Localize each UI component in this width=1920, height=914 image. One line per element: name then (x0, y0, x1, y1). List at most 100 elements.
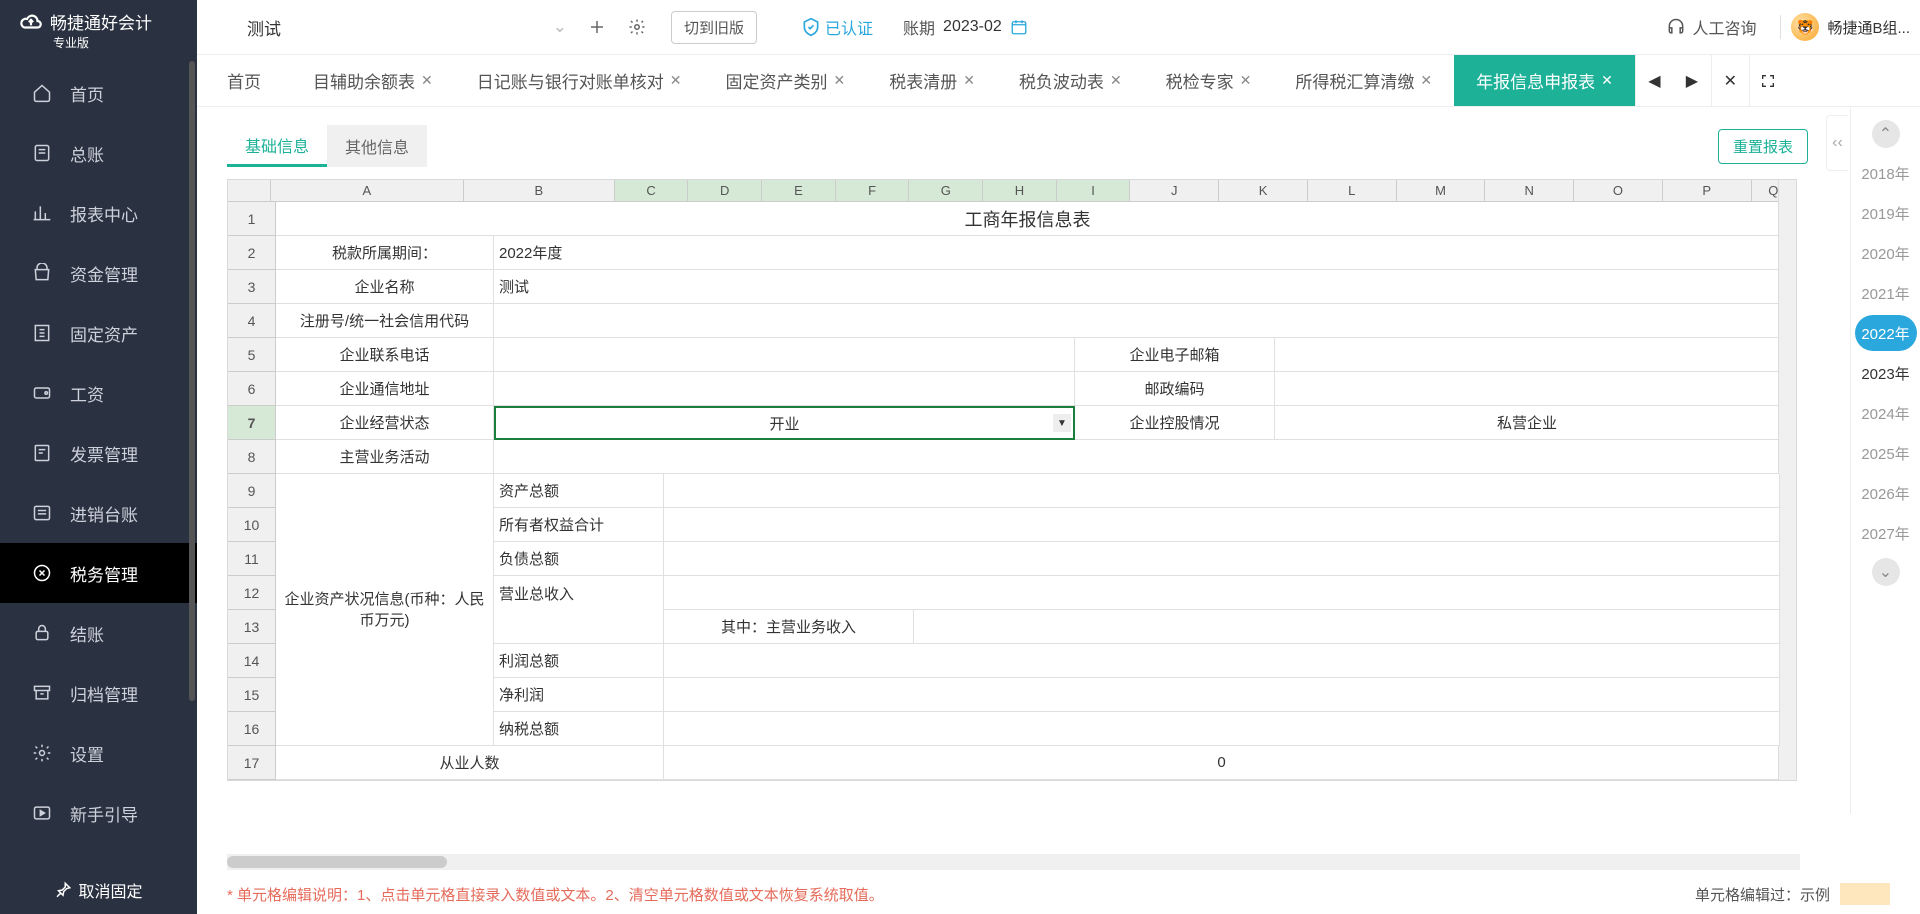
r13-label[interactable]: 其中：主营业务收入 (664, 610, 914, 644)
close-icon[interactable]: ✕ (1110, 72, 1122, 89)
col-header[interactable]: C (615, 180, 689, 201)
nav-inventory[interactable]: 进销台账 (0, 483, 197, 543)
year-item-active[interactable]: 2022年 (1855, 315, 1917, 351)
col-header[interactable]: M (1397, 180, 1486, 201)
r6-value[interactable] (494, 372, 1075, 406)
old-version-button[interactable]: 切到旧版 (671, 11, 757, 44)
tab-close-all-button[interactable]: ✕ (1711, 55, 1749, 106)
nav-close[interactable]: 结账 (0, 603, 197, 663)
col-header[interactable]: P (1663, 180, 1752, 201)
tab-journal[interactable]: 日记账与银行对账单核对✕ (455, 55, 704, 106)
r12b-label[interactable] (494, 610, 664, 644)
r10-value[interactable] (664, 508, 1780, 542)
r5-label[interactable]: 企业联系电话 (276, 338, 494, 372)
r9-label[interactable]: 资产总额 (494, 474, 664, 508)
r17-value[interactable]: 0 (664, 746, 1780, 780)
r6-label[interactable]: 企业通信地址 (276, 372, 494, 406)
close-icon[interactable]: ✕ (1240, 72, 1252, 89)
nav-settings[interactable]: 设置 (0, 723, 197, 783)
sidebar-scrollbar[interactable] (189, 61, 195, 701)
col-header[interactable]: L (1308, 180, 1397, 201)
r15-value[interactable] (664, 678, 1780, 712)
col-header[interactable]: O (1574, 180, 1663, 201)
r7-value-dropdown[interactable]: 开业▼ (494, 406, 1075, 440)
group-label-cell[interactable]: 企业资产状况信息(币种：人民币万元) (276, 474, 494, 746)
r4-value[interactable] (494, 304, 1780, 338)
tab-annual-report[interactable]: 年报信息申报表✕ (1454, 55, 1635, 106)
nav-archive[interactable]: 归档管理 (0, 663, 197, 723)
row-header[interactable]: 1 (228, 202, 276, 236)
close-icon[interactable]: ✕ (833, 72, 845, 89)
nav-tax[interactable]: 税务管理 (0, 543, 197, 603)
avatar[interactable]: 🐯 (1791, 13, 1819, 41)
col-header[interactable]: I (1057, 180, 1131, 201)
r6-right-label[interactable]: 邮政编码 (1075, 372, 1275, 406)
r15-label[interactable]: 净利润 (494, 678, 664, 712)
col-header[interactable]: G (909, 180, 983, 201)
row-header[interactable]: 4 (228, 304, 276, 338)
tab-next-button[interactable]: ▶ (1673, 55, 1711, 106)
r13-value[interactable] (914, 610, 1780, 644)
nav-salary[interactable]: 工资 (0, 363, 197, 423)
row-header[interactable]: 14 (228, 644, 276, 678)
col-header[interactable]: H (983, 180, 1057, 201)
r5-value[interactable] (494, 338, 1075, 372)
row-header[interactable]: 8 (228, 440, 276, 474)
r8-value[interactable] (494, 440, 1780, 474)
close-icon[interactable]: ✕ (1420, 72, 1432, 89)
col-header[interactable]: K (1219, 180, 1308, 201)
r2-value[interactable]: 2022年度 (494, 236, 1780, 270)
r5-right-label[interactable]: 企业电子邮箱 (1075, 338, 1275, 372)
close-icon[interactable]: ✕ (963, 72, 975, 89)
row-header[interactable]: 3 (228, 270, 276, 304)
r10-label[interactable]: 所有者权益合计 (494, 508, 664, 542)
settings-button[interactable] (617, 7, 657, 47)
add-button[interactable] (577, 7, 617, 47)
r9-value[interactable] (664, 474, 1780, 508)
tab-aux-balance[interactable]: 目辅助余额表✕ (291, 55, 455, 106)
year-item[interactable]: 2027年 (1855, 515, 1917, 551)
r3-label[interactable]: 企业名称 (276, 270, 494, 304)
row-header[interactable]: 15 (228, 678, 276, 712)
col-header[interactable]: N (1485, 180, 1574, 201)
close-icon[interactable]: ✕ (670, 72, 682, 89)
col-header[interactable]: A (271, 180, 464, 201)
r2-label[interactable]: 税款所属期间： (276, 236, 494, 270)
col-header[interactable]: D (688, 180, 762, 201)
row-header[interactable]: 16 (228, 712, 276, 746)
user-name[interactable]: 畅捷通B组... (1827, 17, 1910, 38)
subtab-other[interactable]: 其他信息 (327, 125, 427, 167)
r17-label[interactable]: 从业人数 (276, 746, 664, 780)
row-header[interactable]: 13 (228, 610, 276, 644)
col-header[interactable]: J (1130, 180, 1219, 201)
tab-prev-button[interactable]: ◀ (1635, 55, 1673, 106)
year-item[interactable]: 2020年 (1855, 235, 1917, 271)
year-item[interactable]: 2025年 (1855, 435, 1917, 471)
nav-guide[interactable]: 新手引导 (0, 783, 197, 843)
r4-label[interactable]: 注册号/统一社会信用代码 (276, 304, 494, 338)
subtab-basic[interactable]: 基础信息 (227, 125, 327, 167)
r8-label[interactable]: 主营业务活动 (276, 440, 494, 474)
sheet-title-cell[interactable]: 工商年报信息表 (276, 202, 1780, 236)
r11-value[interactable] (664, 542, 1780, 576)
collapse-year-panel-button[interactable]: ‹‹ (1826, 115, 1848, 171)
dropdown-arrow-icon[interactable]: ▼ (1053, 414, 1071, 432)
row-header[interactable]: 10 (228, 508, 276, 542)
year-down-button[interactable]: ⌄ (1872, 558, 1900, 586)
year-up-button[interactable]: ⌃ (1872, 120, 1900, 148)
sheet-h-scrollbar[interactable] (227, 854, 1800, 870)
nav-home[interactable]: 首页 (0, 63, 197, 123)
year-item[interactable]: 2019年 (1855, 195, 1917, 231)
r5-right-value[interactable] (1275, 338, 1780, 372)
tab-tax-fluctuation[interactable]: 税负波动表✕ (997, 55, 1144, 106)
year-item[interactable]: 2021年 (1855, 275, 1917, 311)
tab-home[interactable]: 首页 (197, 55, 291, 106)
r7-right-label[interactable]: 企业控股情况 (1075, 406, 1275, 440)
row-header[interactable]: 12 (228, 576, 276, 610)
company-select[interactable]: 测试 ⌄ (237, 9, 577, 45)
year-item[interactable]: 2023年 (1855, 355, 1917, 391)
r11-label[interactable]: 负债总额 (494, 542, 664, 576)
row-header[interactable]: 6 (228, 372, 276, 406)
year-item[interactable]: 2018年 (1855, 155, 1917, 191)
consult-button[interactable]: 人工咨询 (1666, 15, 1756, 39)
